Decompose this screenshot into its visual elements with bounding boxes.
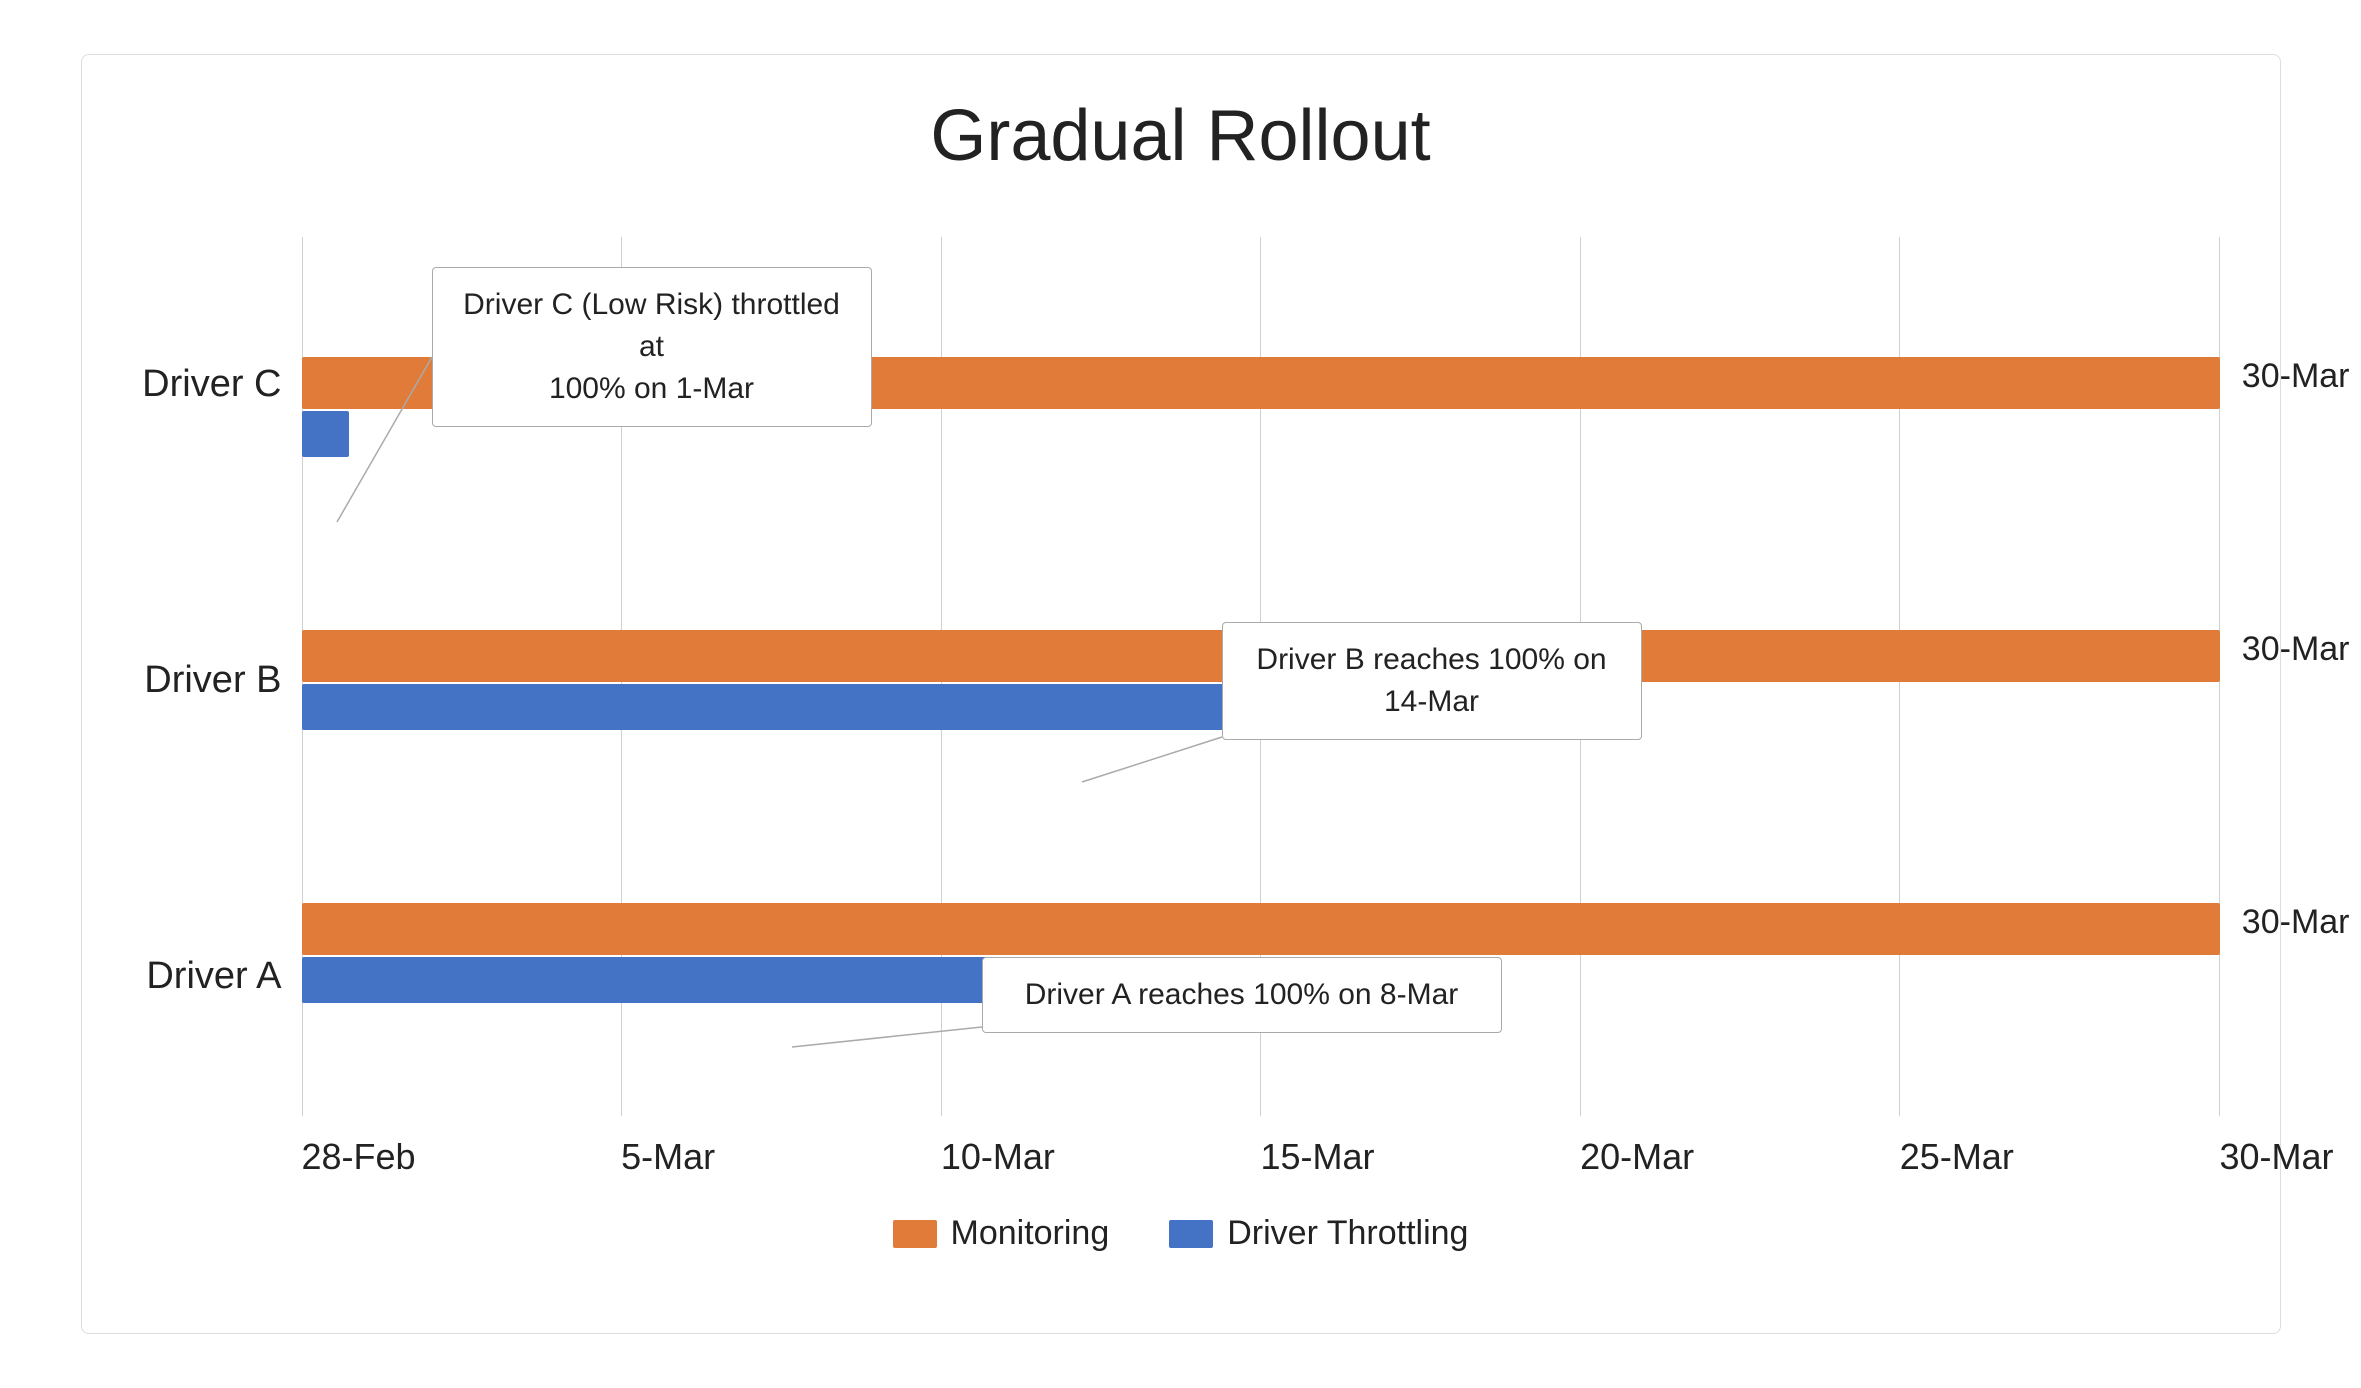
plot-area: 30-Mar 30-Mar xyxy=(302,237,2220,1184)
right-label-a: 30-Mar xyxy=(2242,903,2350,942)
right-label-b: 30-Mar xyxy=(2242,630,2350,669)
legend-item-throttling: Driver Throttling xyxy=(1169,1214,1468,1253)
x-axis-labels: 28-Feb 5-Mar 10-Mar 15-Mar 20-Mar 25-Mar… xyxy=(302,1124,2220,1184)
legend-swatch-monitoring xyxy=(893,1220,937,1248)
bar-a-orange xyxy=(302,903,2220,955)
legend-label-throttling: Driver Throttling xyxy=(1227,1214,1468,1253)
chart-area: Driver C Driver B Driver A xyxy=(142,237,2220,1184)
annotation-c: Driver C (Low Risk) throttled at100% on … xyxy=(432,267,872,427)
legend-item-monitoring: Monitoring xyxy=(893,1214,1110,1253)
y-label-c: Driver C xyxy=(142,363,302,406)
y-label-b: Driver B xyxy=(142,659,302,702)
bar-c-blue xyxy=(302,411,350,457)
legend: Monitoring Driver Throttling xyxy=(142,1204,2220,1253)
y-axis-labels: Driver C Driver B Driver A xyxy=(142,237,302,1184)
annotation-b: Driver B reaches 100% on14-Mar xyxy=(1222,622,1642,740)
legend-swatch-throttling xyxy=(1169,1220,1213,1248)
legend-label-monitoring: Monitoring xyxy=(951,1214,1110,1253)
y-label-a: Driver A xyxy=(142,955,302,998)
chart-title: Gradual Rollout xyxy=(142,95,2220,177)
grid-and-bars: 30-Mar 30-Mar xyxy=(302,237,2220,1116)
annotation-a: Driver A reaches 100% on 8-Mar xyxy=(982,957,1502,1033)
bar-a-blue xyxy=(302,957,1031,1003)
right-label-c: 30-Mar xyxy=(2242,357,2350,396)
chart-container: Gradual Rollout Driver C Driver B Driver… xyxy=(81,54,2281,1334)
